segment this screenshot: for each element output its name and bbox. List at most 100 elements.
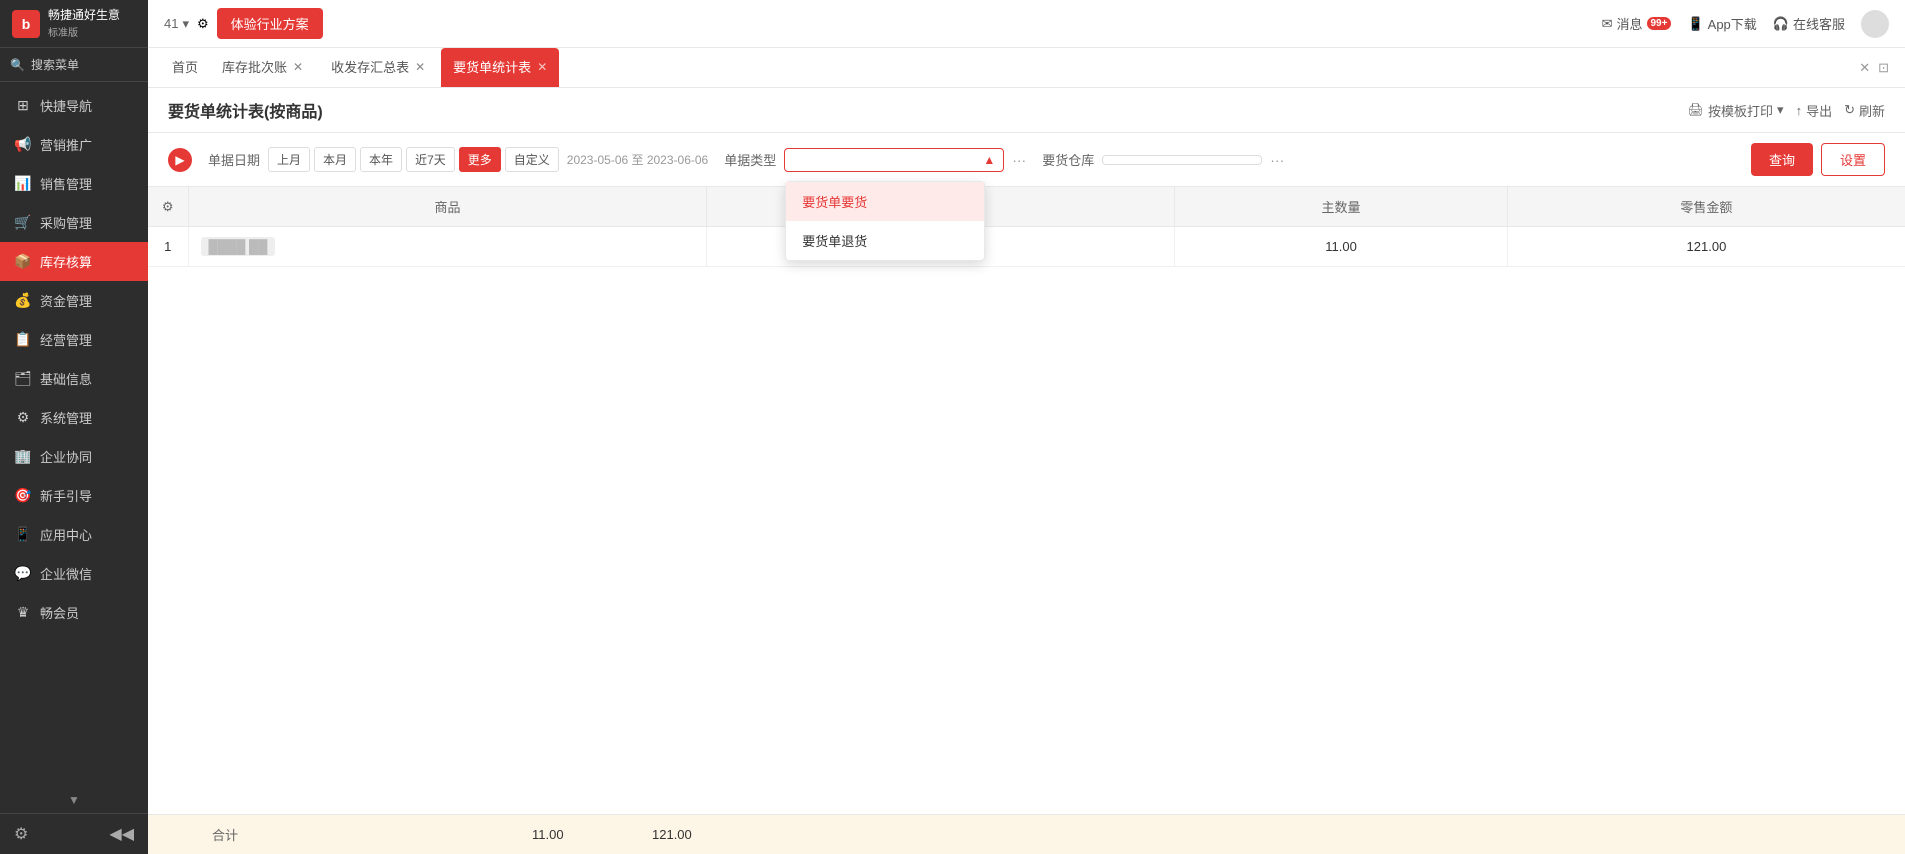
sidebar-item-label: 营销推广	[40, 135, 92, 154]
store-selector[interactable]: 41 ▾	[164, 16, 189, 32]
sidebar-item-basic[interactable]: 🗂 基础信息	[0, 359, 148, 398]
settings-icon[interactable]: ⚙	[14, 824, 28, 844]
sidebar-item-guide[interactable]: 🎯 新手引导	[0, 476, 148, 515]
doc-type-more-btn[interactable]: ···	[1012, 152, 1026, 168]
sidebar-search-area[interactable]: 🔍 搜索菜单	[0, 48, 148, 82]
support-icon: 🎧	[1773, 16, 1789, 32]
app-logo-text: 畅捷通好生意 标准版	[48, 8, 120, 39]
apps-icon: 📱	[14, 526, 32, 544]
query-button[interactable]: 查询	[1751, 143, 1813, 176]
main-area: 41 ▾ ⚙ 体验行业方案 ✉ 消息 99+ 📱 App下载 🎧 在线客服	[148, 0, 1905, 854]
tab-order-summary-label: 要货单统计表	[453, 57, 531, 76]
app-download-label: App下载	[1708, 14, 1757, 33]
tabbar: 首页 库存批次账 ✕ 收发存汇总表 ✕ 要货单统计表 ✕ ✕ ⊡	[148, 48, 1905, 88]
footer-amount: 121.00	[640, 827, 760, 842]
this-year-btn[interactable]: 本年	[360, 147, 402, 172]
sidebar-item-system[interactable]: ⚙ 系统管理	[0, 398, 148, 437]
tab-batch-account[interactable]: 库存批次账 ✕	[210, 48, 315, 87]
marketing-icon: 📢	[14, 136, 32, 154]
sidebar-item-quick-nav[interactable]: ⊞ 快捷导航	[0, 86, 148, 125]
refresh-label: 刷新	[1859, 101, 1885, 120]
sidebar-item-operation[interactable]: 📋 经营管理	[0, 320, 148, 359]
refresh-icon: ↻	[1844, 102, 1855, 118]
tab-home[interactable]: 首页	[164, 48, 206, 87]
settings-button[interactable]: 设置	[1821, 143, 1885, 176]
tab-receivable-summary-close[interactable]: ✕	[415, 60, 425, 74]
tab-batch-account-close[interactable]: ✕	[293, 60, 303, 74]
tab-expand-icon[interactable]: ⊡	[1878, 60, 1889, 76]
this-month-btn[interactable]: 本月	[314, 147, 356, 172]
tab-home-label: 首页	[172, 57, 198, 76]
messages-badge: 99+	[1647, 17, 1672, 30]
tab-order-summary-close[interactable]: ✕	[537, 60, 547, 74]
col-settings[interactable]: ⚙	[148, 187, 188, 227]
doc-type-select[interactable]: ▲ 要货单要货 要货单退货	[784, 148, 1004, 172]
refresh-button[interactable]: ↻ 刷新	[1844, 101, 1885, 120]
doc-type-arrow: ▲	[983, 153, 995, 167]
date-filter-label: 单据日期	[208, 150, 260, 169]
row-no: 1	[148, 227, 188, 267]
app-download-button[interactable]: 📱 App下载	[1687, 14, 1756, 33]
tab-close-all-icon[interactable]: ✕	[1859, 60, 1870, 76]
sidebar-item-label: 企业协同	[40, 447, 92, 466]
messages-button[interactable]: ✉ 消息 99+	[1602, 14, 1672, 33]
purchase-icon: 🛒	[14, 214, 32, 232]
member-icon: ♛	[14, 604, 32, 622]
messages-label: 消息	[1616, 14, 1642, 33]
date-filter-group: 单据日期 上月 本月 本年 近7天 更多 自定义 2023-05-06 至 20…	[208, 147, 708, 172]
sidebar-item-finance[interactable]: 💰 资金管理	[0, 281, 148, 320]
collapse-sidebar-icon[interactable]: ◀◀	[109, 824, 134, 844]
filter-expand-button[interactable]: ▶	[168, 148, 192, 172]
search-menu-button[interactable]: 🔍 搜索菜单	[10, 56, 138, 73]
warehouse-filter-group: 要货仓库 ···	[1042, 150, 1284, 169]
table-container: ⚙ 商品 主计量单位 主数量 零售金额 1 ████ ██ 块 11.0	[148, 187, 1905, 814]
sidebar-item-enterprise[interactable]: 🏢 企业协同	[0, 437, 148, 476]
expand-icon: ▶	[175, 153, 184, 167]
sidebar-item-label: 资金管理	[40, 291, 92, 310]
sidebar-item-label: 企业微信	[40, 564, 92, 583]
sidebar-item-apps[interactable]: 📱 应用中心	[0, 515, 148, 554]
user-avatar[interactable]	[1861, 10, 1889, 38]
tabbar-controls: ✕ ⊡	[1859, 60, 1889, 76]
page-header: 要货单统计表(按商品) 🖨 按模板打印 ▾ ↑ 导出 ↻ 刷新	[148, 88, 1905, 133]
basic-icon: 🗂	[14, 370, 32, 388]
app-download-icon: 📱	[1687, 16, 1703, 32]
tab-order-summary[interactable]: 要货单统计表 ✕	[441, 48, 559, 87]
operation-icon: 📋	[14, 331, 32, 349]
filter-bar: ▶ 单据日期 上月 本月 本年 近7天 更多 自定义 2023-05-06 至 …	[148, 133, 1905, 187]
sidebar-item-wechat[interactable]: 💬 企业微信	[0, 554, 148, 593]
sidebar-item-inventory[interactable]: 📦 库存核算	[0, 242, 148, 281]
last-7-days-btn[interactable]: 近7天	[406, 147, 455, 172]
table-header-row: ⚙ 商品 主计量单位 主数量 零售金额	[148, 187, 1905, 227]
export-button[interactable]: ↑ 导出	[1796, 101, 1833, 120]
sidebar-item-sales[interactable]: 📊 销售管理	[0, 164, 148, 203]
dropdown-item-order[interactable]: 要货单要货	[786, 182, 984, 221]
doc-type-dropdown: 要货单要货 要货单退货	[785, 181, 985, 261]
more-dates-btn[interactable]: 更多	[459, 147, 501, 172]
sidebar-item-label: 库存核算	[40, 252, 92, 271]
topbar-settings-icon[interactable]: ⚙	[197, 16, 209, 32]
table-footer: 合计 11.00 121.00	[148, 814, 1905, 854]
tab-receivable-summary-label: 收发存汇总表	[331, 57, 409, 76]
print-dropdown-icon: ▾	[1777, 102, 1784, 118]
warehouse-more-btn[interactable]: ···	[1270, 152, 1284, 168]
data-table: ⚙ 商品 主计量单位 主数量 零售金额 1 ████ ██ 块 11.0	[148, 187, 1905, 267]
sidebar-item-member[interactable]: ♛ 畅会员	[0, 593, 148, 632]
topbar-left: 41 ▾ ⚙ 体验行业方案	[164, 8, 323, 39]
trial-button[interactable]: 体验行业方案	[217, 8, 323, 39]
table-row: 1 ████ ██ 块 11.00 121.00	[148, 227, 1905, 267]
print-template-button[interactable]: 🖨 按模板打印 ▾	[1688, 101, 1784, 120]
scroll-down-arrow[interactable]: ▼	[66, 791, 82, 809]
tab-receivable-summary[interactable]: 收发存汇总表 ✕	[319, 48, 437, 87]
sidebar-item-label: 新手引导	[40, 486, 92, 505]
last-month-btn[interactable]: 上月	[268, 147, 310, 172]
dropdown-item-return[interactable]: 要货单退货	[786, 221, 984, 260]
app-logo-icon: b	[12, 10, 40, 38]
sidebar-item-marketing[interactable]: 📢 营销推广	[0, 125, 148, 164]
sidebar-item-label: 系统管理	[40, 408, 92, 427]
support-button[interactable]: 🎧 在线客服	[1773, 14, 1845, 33]
footer-quantity: 11.00	[520, 827, 640, 842]
warehouse-select[interactable]	[1102, 155, 1262, 165]
sidebar-item-purchase[interactable]: 🛒 采购管理	[0, 203, 148, 242]
custom-date-btn[interactable]: 自定义	[505, 147, 559, 172]
